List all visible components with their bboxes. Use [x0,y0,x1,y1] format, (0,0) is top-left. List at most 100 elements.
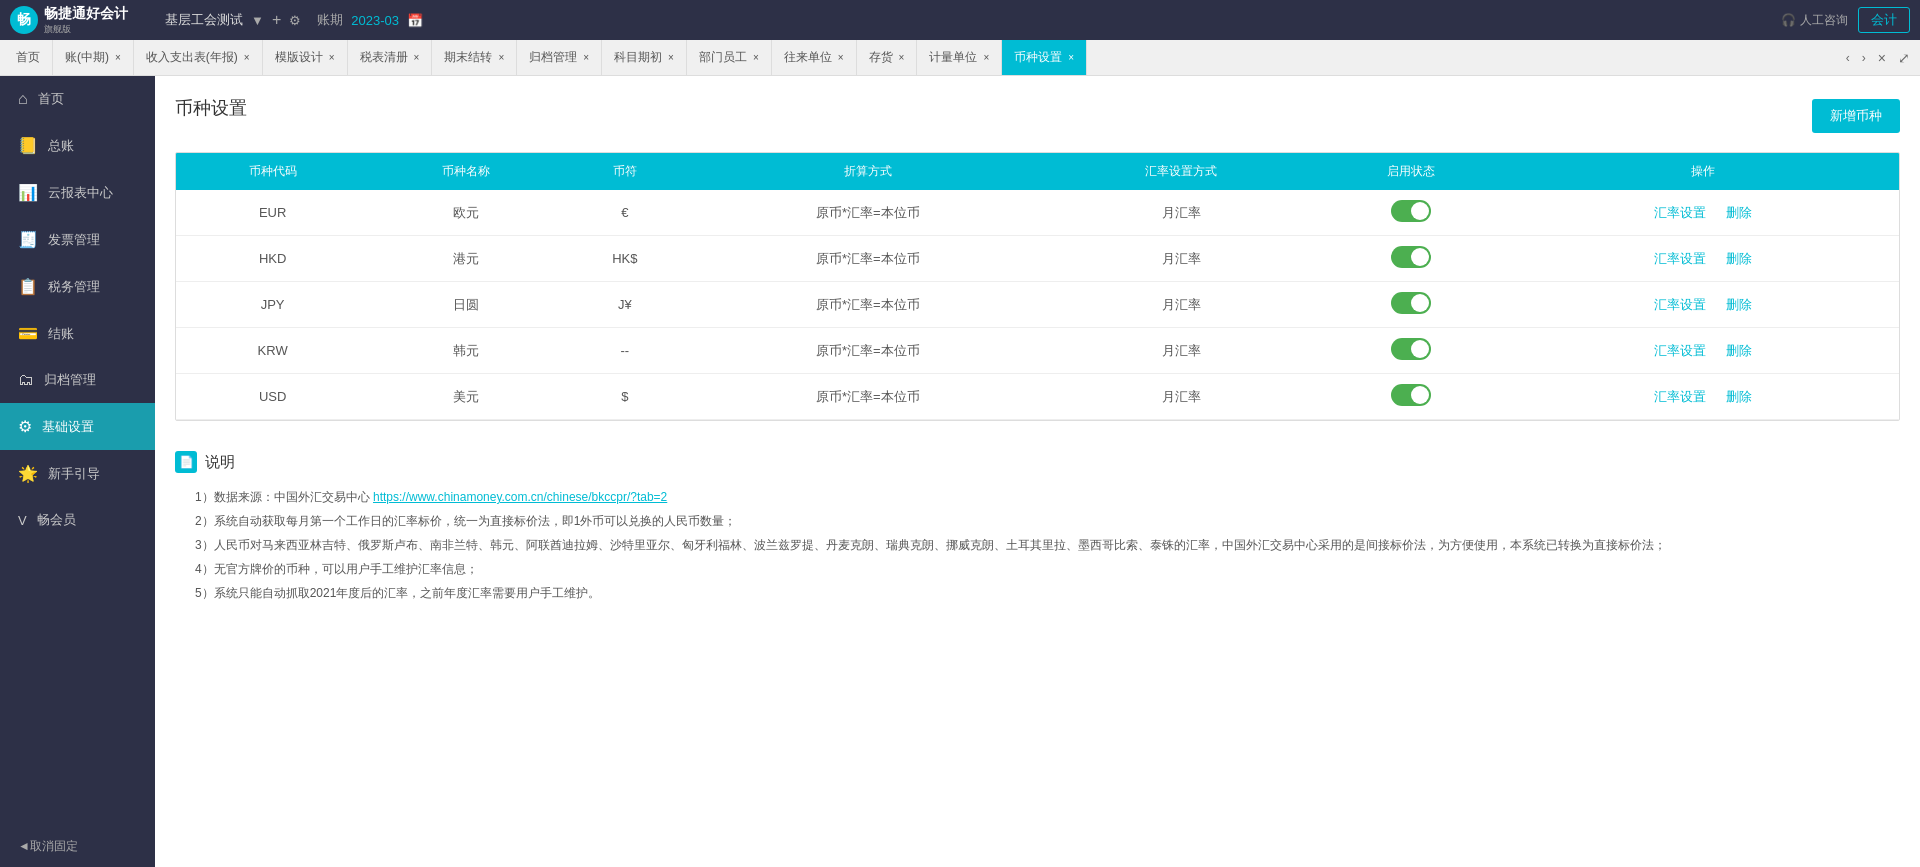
tab-close-icon[interactable]: × [244,52,250,63]
cell-rate-type: 月汇率 [1049,190,1315,236]
tab-close-icon[interactable]: × [983,52,989,63]
rate-setting-link[interactable]: 汇率设置 [1654,343,1706,358]
cell-name: 日圆 [369,282,562,328]
sidebar-item-label: 归档管理 [44,371,96,389]
app-logo: 畅 畅捷通好会计 旗舰版 [10,5,165,36]
tab-label: 账(中期) [65,49,109,66]
period-value: 2023-03 [351,13,399,28]
tab-close-icon[interactable]: × [1068,52,1074,63]
cell-method: 原币*汇率=本位币 [687,236,1048,282]
cell-action: 汇率设置 删除 [1508,328,1899,374]
cell-status[interactable] [1314,282,1507,328]
tab-next-button[interactable]: › [1856,47,1872,69]
col-status: 启用状态 [1314,153,1507,190]
rate-setting-link[interactable]: 汇率设置 [1654,297,1706,312]
tab-close-icon[interactable]: × [899,52,905,63]
sidebar-item-tax[interactable]: 📋 税务管理 [0,263,155,310]
sidebar-item-home[interactable]: ⌂ 首页 [0,76,155,122]
sidebar-item-guide[interactable]: 🌟 新手引导 [0,450,155,497]
rate-setting-link[interactable]: 汇率设置 [1654,251,1706,266]
note-item: 1）数据来源：中国外汇交易中心 https://www.chinamoney.c… [175,485,1900,509]
tab-department[interactable]: 部门员工 × [687,40,772,76]
tab-ledger-period[interactable]: 账(中期) × [53,40,134,76]
tab-close-icon[interactable]: × [414,52,420,63]
tab-home[interactable]: 首页 [4,40,53,76]
cell-method: 原币*汇率=本位币 [687,374,1048,420]
sidebar-item-checkout[interactable]: 💳 结账 [0,310,155,357]
delete-link[interactable]: 删除 [1726,205,1752,220]
tab-close-icon[interactable]: × [583,52,589,63]
cell-symbol: € [563,190,688,236]
tab-inventory[interactable]: 存货 × [857,40,918,76]
sidebar-item-member[interactable]: V 畅会员 [0,497,155,543]
status-toggle[interactable] [1391,200,1431,222]
tab-account-init[interactable]: 科目期初 × [602,40,687,76]
tab-income-report[interactable]: 收入支出表(年报) × [134,40,263,76]
tab-close-all-button[interactable]: × [1872,46,1892,70]
cell-status[interactable] [1314,236,1507,282]
delete-link[interactable]: 删除 [1726,343,1752,358]
calendar-icon[interactable]: 📅 [407,13,423,28]
tab-close-icon[interactable]: × [753,52,759,63]
tab-close-icon[interactable]: × [329,52,335,63]
currency-table: 币种代码 币种名称 币符 折算方式 汇率设置方式 启用状态 操作 EUR 欧元 … [175,152,1900,421]
tab-label: 部门员工 [699,49,747,66]
invoice-icon: 🧾 [18,230,38,249]
rate-setting-link[interactable]: 汇率设置 [1654,205,1706,220]
tab-close-icon[interactable]: × [115,52,121,63]
cell-status[interactable] [1314,328,1507,374]
delete-link[interactable]: 删除 [1726,389,1752,404]
cell-status[interactable] [1314,374,1507,420]
cell-code: KRW [176,328,369,374]
tab-period-end[interactable]: 期末结转 × [432,40,517,76]
new-currency-button[interactable]: 新增币种 [1812,99,1900,133]
cell-code: EUR [176,190,369,236]
cell-action: 汇率设置 删除 [1508,190,1899,236]
support-button[interactable]: 🎧 人工咨询 [1781,12,1848,29]
tab-prev-button[interactable]: ‹ [1840,47,1856,69]
tab-customer[interactable]: 往来单位 × [772,40,857,76]
tab-archive[interactable]: 归档管理 × [517,40,602,76]
sidebar-item-invoice[interactable]: 🧾 发票管理 [0,216,155,263]
org-dropdown-icon[interactable]: ▼ [251,13,264,28]
tab-currency[interactable]: 币种设置 × [1002,40,1087,76]
tab-close-icon[interactable]: × [498,52,504,63]
table-row: JPY 日圆 J¥ 原币*汇率=本位币 月汇率 汇率设置 删除 [176,282,1899,328]
org-settings-icon[interactable]: ⚙ [289,13,301,28]
note-section: 📄 说明 1）数据来源：中国外汇交易中心 https://www.chinamo… [175,451,1900,605]
headphone-icon: 🎧 [1781,13,1796,27]
status-toggle[interactable] [1391,338,1431,360]
status-toggle[interactable] [1391,246,1431,268]
sidebar-item-ledger[interactable]: 📒 总账 [0,122,155,169]
sidebar-item-label: 首页 [38,90,64,108]
tab-tax-table[interactable]: 税表清册 × [348,40,433,76]
tab-unit[interactable]: 计量单位 × [917,40,1002,76]
col-symbol: 币符 [563,153,688,190]
sidebar-item-label: 新手引导 [48,465,100,483]
sidebar-item-settings[interactable]: ⚙ 基础设置 [0,403,155,450]
note-item: 2）系统自动获取每月第一个工作日的汇率标价，统一为直接标价法，即1外币可以兑换的… [175,509,1900,533]
cell-action: 汇率设置 删除 [1508,236,1899,282]
sidebar-pin-button[interactable]: ◄取消固定 [0,826,155,867]
note-link[interactable]: https://www.chinamoney.com.cn/chinese/bk… [373,490,667,504]
account-button[interactable]: 会计 [1858,7,1910,33]
cell-method: 原币*汇率=本位币 [687,190,1048,236]
table-row: KRW 韩元 -- 原币*汇率=本位币 月汇率 汇率设置 删除 [176,328,1899,374]
sidebar-item-reports[interactable]: 📊 云报表中心 [0,169,155,216]
tab-close-icon[interactable]: × [838,52,844,63]
period-label: 账期 [317,11,343,29]
delete-link[interactable]: 删除 [1726,297,1752,312]
status-toggle[interactable] [1391,384,1431,406]
rate-setting-link[interactable]: 汇率设置 [1654,389,1706,404]
tab-expand-button[interactable]: ⤢ [1892,46,1916,70]
delete-link[interactable]: 删除 [1726,251,1752,266]
status-toggle[interactable] [1391,292,1431,314]
tax-icon: 📋 [18,277,38,296]
add-org-button[interactable]: + [272,11,281,29]
col-method: 折算方式 [687,153,1048,190]
tab-close-icon[interactable]: × [668,52,674,63]
tab-template-design[interactable]: 模版设计 × [263,40,348,76]
cell-action: 汇率设置 删除 [1508,374,1899,420]
sidebar-item-archive[interactable]: 🗂 归档管理 [0,357,155,403]
cell-status[interactable] [1314,190,1507,236]
